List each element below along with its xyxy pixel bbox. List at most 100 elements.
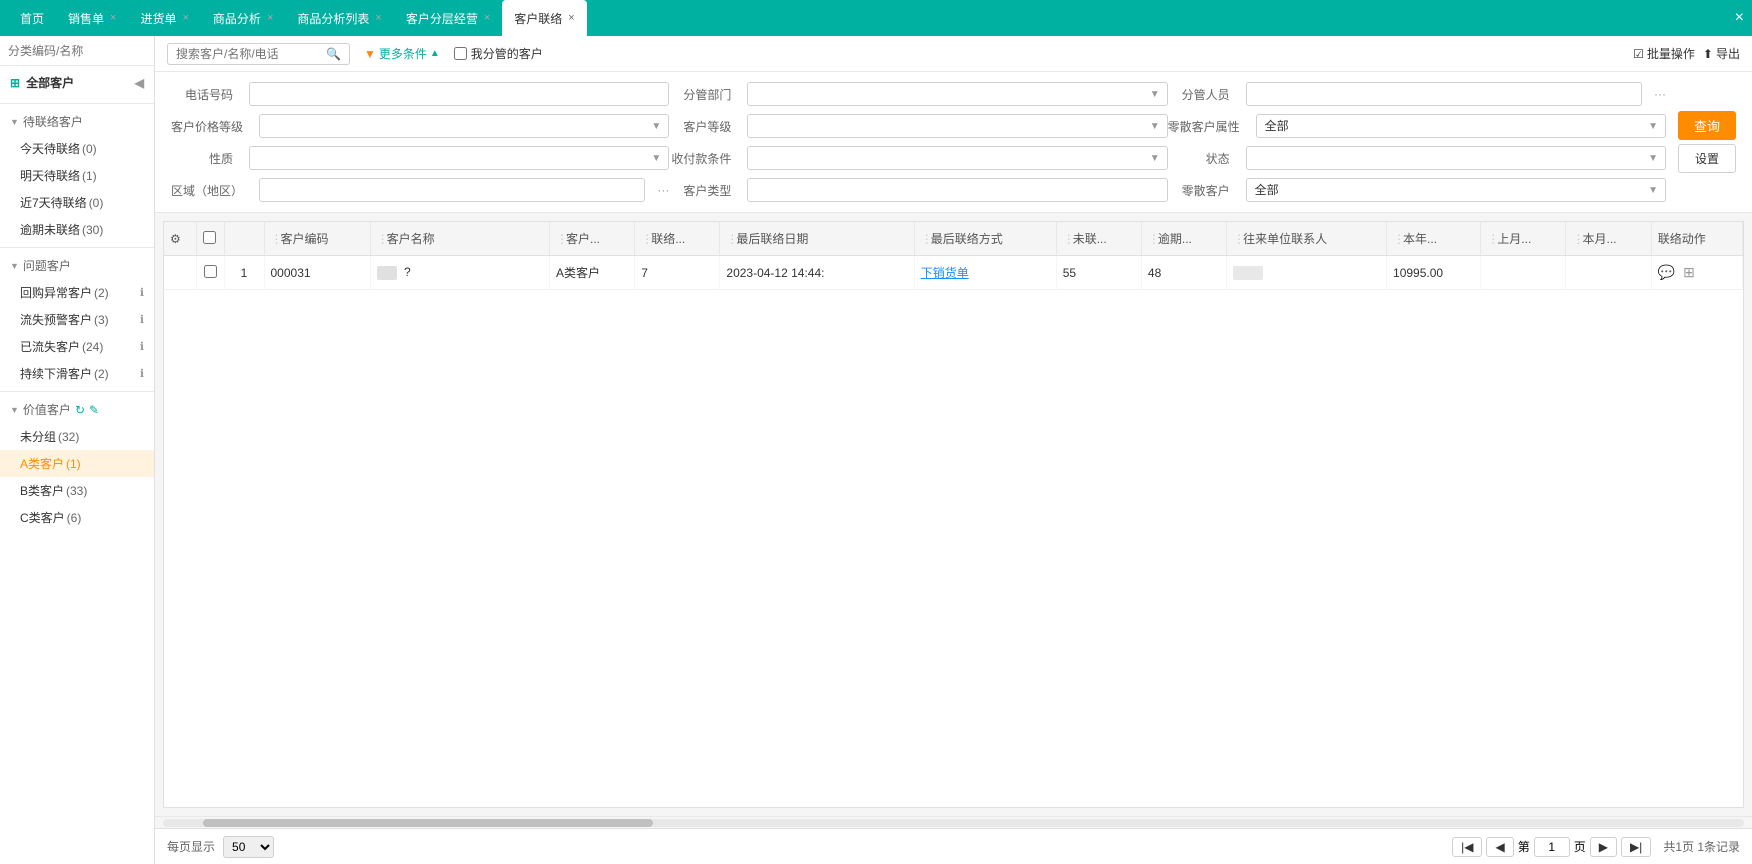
filter-customer-grade: 客户等级 ▼ [669, 114, 1167, 138]
region-more-icon[interactable]: ··· [657, 183, 669, 197]
all-customers-header[interactable]: ⊞ 全部客户 ◀ [0, 66, 154, 99]
col-resize-last-method[interactable]: ⋮ [921, 232, 929, 246]
data-table: ⚙ ⋮ 客户编码 [164, 222, 1743, 290]
sidebar-item-class-c[interactable]: C类客户(6) [0, 504, 154, 531]
search-icon[interactable]: 🔍 [326, 47, 341, 61]
dept-select[interactable] [747, 82, 1167, 106]
bottom-bar: 每页显示 50 100 200 |◀ ◀ 第 页 ▶ ▶| 共1页 1条记录 [155, 828, 1752, 864]
filter-row-2: 客户价格等级 ▼ 客户等级 [171, 114, 1666, 138]
manager-more-icon[interactable]: ··· [1654, 87, 1666, 101]
sidebar-item-overdue[interactable]: 逾期未联络(30) [0, 216, 154, 243]
col-resize-last-date[interactable]: ⋮ [726, 232, 734, 246]
close-product-analysis-list-tab[interactable]: × [375, 12, 381, 24]
manager-input[interactable] [1246, 82, 1642, 106]
tab-home[interactable]: 首页 [8, 0, 56, 36]
next-page-btn[interactable]: ▶ [1590, 837, 1617, 857]
tab-purchase[interactable]: 进货单 × [128, 0, 200, 36]
status-select[interactable] [1246, 146, 1666, 170]
th-index [224, 222, 264, 256]
row-checkbox[interactable] [204, 265, 217, 278]
close-customer-contact-tab[interactable]: × [568, 12, 574, 24]
filter-status: 状态 ▼ [1168, 146, 1666, 170]
sidebar-item-declining[interactable]: 持续下滑客户(2) ℹ [0, 360, 154, 387]
filter-btn[interactable]: ▼ 更多条件 ▲ [358, 42, 446, 65]
prev-page-btn[interactable]: ◀ [1486, 837, 1513, 857]
sidebar-item-abnormal-purchase[interactable]: 回购异常客户(2) ℹ [0, 279, 154, 306]
td-not-contacted: 55 [1056, 256, 1141, 290]
query-button[interactable]: 查询 [1678, 111, 1736, 140]
last-page-btn[interactable]: ▶| [1621, 837, 1651, 857]
th-settings[interactable]: ⚙ [164, 222, 196, 256]
customer-type-input[interactable] [747, 178, 1167, 202]
page-input[interactable] [1534, 837, 1570, 857]
export-btn[interactable]: ⬆ 导出 [1703, 45, 1740, 62]
td-checkbox[interactable] [196, 256, 224, 290]
sidebar-item-today[interactable]: 今天待联络(0) [0, 135, 154, 162]
retail-attr-select[interactable]: 全部 [1256, 114, 1666, 138]
col-resize-last-month[interactable]: ⋮ [1487, 232, 1495, 246]
col-resize-contacts[interactable]: ⋮ [641, 232, 649, 246]
select-all-checkbox[interactable] [203, 231, 216, 244]
refresh-icon[interactable]: ↻ [75, 403, 85, 417]
payment-select[interactable] [747, 146, 1167, 170]
settings-gear-icon[interactable]: ⚙ [170, 232, 181, 246]
td-unit-contacts [1227, 256, 1387, 290]
batch-op-btn[interactable]: ☑ 批量操作 [1633, 45, 1695, 62]
tab-customer-contact[interactable]: 客户联络 × [502, 0, 586, 36]
sidebar: 🔍 ⊞ 全部客户 ◀ 待联络客户 今天待联络(0) 明天待联络(1) 近7天待联… [0, 36, 155, 864]
close-purchase-tab[interactable]: × [182, 12, 188, 24]
sidebar-item-churn-warning[interactable]: 流失预警客户(3) ℹ [0, 306, 154, 333]
sidebar-item-class-a[interactable]: A类客户(1) [0, 450, 154, 477]
tab-product-analysis-list[interactable]: 商品分析列表 × [285, 0, 393, 36]
close-customer-segment-tab[interactable]: × [484, 12, 490, 24]
sidebar-item-ungrouped[interactable]: 未分组(32) [0, 423, 154, 450]
action-icons: 💬 ⊞ [1658, 264, 1736, 281]
sidebar-search-input[interactable] [8, 44, 155, 58]
dept-label: 分管部门 [669, 86, 739, 103]
col-resize-code[interactable]: ⋮ [271, 232, 279, 246]
col-resize-name[interactable]: ⋮ [377, 232, 385, 246]
close-sales-tab[interactable]: × [110, 12, 116, 24]
table-row: 1 000031 ? A类客户 7 2023-04-12 14:44: 下销货单… [164, 256, 1743, 290]
col-resize-overdue[interactable]: ⋮ [1148, 232, 1156, 246]
col-resize-not-contacted[interactable]: ⋮ [1063, 232, 1071, 246]
col-resize-type[interactable]: ⋮ [556, 232, 564, 246]
sidebar-item-class-b[interactable]: B类客户(33) [0, 477, 154, 504]
col-resize-this-year[interactable]: ⋮ [1393, 232, 1401, 246]
toolbar: 🔍 ▼ 更多条件 ▲ 我分管的客户 ☑ 批量操作 ⬆ 导出 [155, 36, 1752, 72]
my-customer-checkbox[interactable] [454, 47, 467, 60]
settings-button[interactable]: 设置 [1678, 144, 1736, 173]
page-nav: |◀ ◀ 第 页 ▶ ▶| 共1页 1条记录 [1452, 837, 1740, 857]
per-page-select[interactable]: 50 100 200 [223, 836, 274, 858]
th-this-year: ⋮ 本年... [1387, 222, 1481, 256]
customer-grade-select[interactable] [747, 114, 1167, 138]
close-all-tabs[interactable]: × [1735, 9, 1744, 27]
first-page-btn[interactable]: |◀ [1452, 837, 1482, 857]
contact-method-link[interactable]: 下销货单 [921, 266, 969, 280]
pending-contact-section: 待联络客户 [0, 108, 154, 135]
edit-icon[interactable]: ✎ [89, 403, 99, 417]
price-grade-select[interactable] [259, 114, 669, 138]
scroll-thumb[interactable] [203, 819, 653, 827]
col-resize-unit[interactable]: ⋮ [1233, 232, 1241, 246]
phone-input[interactable] [249, 82, 669, 106]
nature-select[interactable] [249, 146, 669, 170]
customer-grade-label: 客户等级 [669, 118, 739, 135]
scroll-track[interactable] [163, 819, 1744, 827]
close-product-analysis-tab[interactable]: × [267, 12, 273, 24]
retail-customer-select[interactable]: 全部 [1246, 178, 1666, 202]
grid-action-icon[interactable]: ⊞ [1683, 264, 1695, 281]
tab-customer-segment[interactable]: 客户分层经营 × [394, 0, 502, 36]
th-checkbox[interactable] [196, 222, 224, 256]
td-code: 000031 [264, 256, 370, 290]
tab-sales[interactable]: 销售单 × [56, 0, 128, 36]
region-input[interactable] [259, 178, 645, 202]
sidebar-item-churned[interactable]: 已流失客户(24) ℹ [0, 333, 154, 360]
collapse-icon[interactable]: ◀ [135, 76, 144, 90]
sidebar-item-7days[interactable]: 近7天待联络(0) [0, 189, 154, 216]
tab-product-analysis[interactable]: 商品分析 × [201, 0, 285, 36]
chat-action-icon[interactable]: 💬 [1658, 264, 1675, 281]
col-resize-this-month[interactable]: ⋮ [1572, 232, 1580, 246]
search-input[interactable] [176, 47, 326, 61]
sidebar-item-tomorrow[interactable]: 明天待联络(1) [0, 162, 154, 189]
